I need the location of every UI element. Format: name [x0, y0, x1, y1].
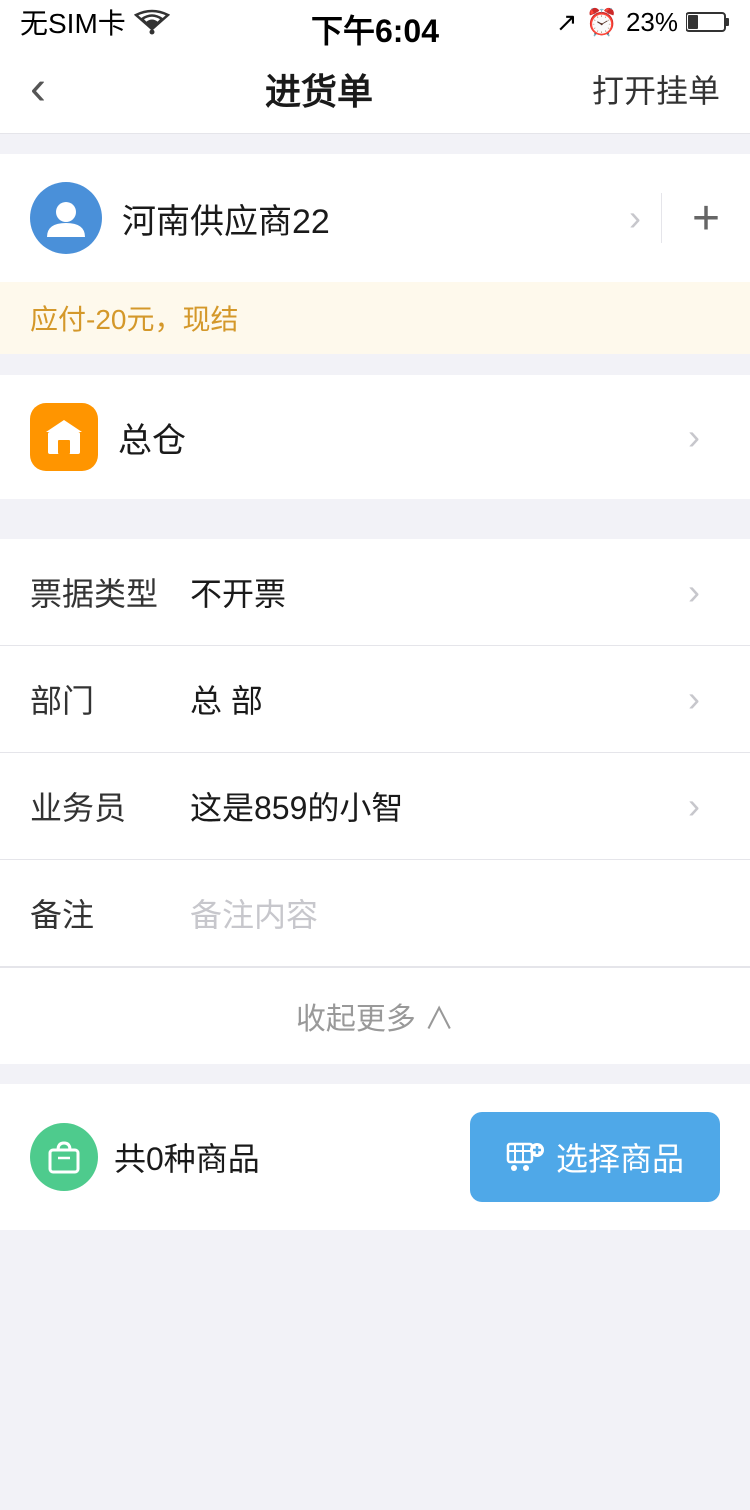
remark-input[interactable]: 备注内容 [190, 890, 720, 936]
warehouse-section: 总仓 › [0, 374, 750, 499]
department-value: 总 部 [190, 676, 688, 722]
status-right: ↗ ⏰ 23% [556, 7, 730, 38]
warehouse-icon-wrap [30, 403, 98, 471]
supplier-chevron-icon: › [629, 197, 641, 239]
department-label: 部门 [30, 676, 170, 722]
back-button[interactable]: ‹ [30, 61, 46, 116]
form-section: 票据类型 不开票 › 部门 总 部 › 业务员 这是859的小智 › 备注 备注… [0, 539, 750, 1064]
alarm-icon: ⏰ [586, 7, 618, 38]
battery-icon [686, 11, 730, 33]
battery-text: 23% [626, 7, 678, 38]
collapse-button[interactable]: 收起更多 ∧ [0, 967, 750, 1064]
add-supplier-button[interactable]: + [692, 191, 720, 246]
salesperson-label: 业务员 [30, 783, 170, 829]
form-row-bill-type[interactable]: 票据类型 不开票 › [0, 539, 750, 646]
salesperson-chevron-icon: › [688, 785, 700, 827]
bill-type-value: 不开票 [190, 569, 688, 615]
warehouse-icon [44, 418, 84, 456]
form-row-remark[interactable]: 备注 备注内容 [0, 860, 750, 967]
bottom-bar: 共0种商品 选择商品 [0, 1084, 750, 1230]
supplier-section: 河南供应商22 › + 应付-20元，现结 [0, 154, 750, 354]
product-icon-wrap [30, 1123, 98, 1191]
select-product-button[interactable]: 选择商品 [470, 1112, 720, 1202]
bill-type-label: 票据类型 [30, 569, 170, 615]
section-gap-3 [0, 499, 750, 519]
form-row-salesperson[interactable]: 业务员 这是859的小智 › [0, 753, 750, 860]
nav-bar: ‹ 进货单 打开挂单 [0, 44, 750, 134]
section-gap-2 [0, 354, 750, 374]
product-count-text: 共0种商品 [114, 1134, 260, 1180]
cart-plus-icon [506, 1140, 544, 1174]
warehouse-name: 总仓 [118, 413, 688, 462]
open-pending-button[interactable]: 打开挂单 [592, 66, 720, 112]
collapse-label: 收起更多 ∧ [296, 1003, 454, 1036]
select-product-label: 选择商品 [556, 1134, 684, 1180]
person-icon [43, 195, 89, 241]
form-row-department[interactable]: 部门 总 部 › [0, 646, 750, 753]
supplier-name: 河南供应商22 [122, 194, 629, 243]
status-carrier: 无SIM卡 [20, 2, 170, 42]
status-time: 下午6:04 [311, 6, 439, 52]
section-gap-1 [0, 134, 750, 154]
shopping-bag-icon [45, 1138, 83, 1176]
product-count-wrap: 共0种商品 [30, 1123, 260, 1191]
warehouse-row[interactable]: 总仓 › [0, 374, 750, 499]
notice-banner: 应付-20元，现结 [0, 282, 750, 354]
carrier-text: 无SIM卡 [20, 2, 126, 42]
salesperson-value: 这是859的小智 [190, 783, 688, 829]
status-bar: 无SIM卡 下午6:04 ↗ ⏰ 23% [0, 0, 750, 44]
page-bg-fill [0, 1230, 750, 1510]
bill-type-chevron-icon: › [688, 571, 700, 613]
supplier-row[interactable]: 河南供应商22 › + [0, 154, 750, 282]
remark-label: 备注 [30, 890, 170, 936]
location-icon: ↗ [556, 7, 578, 38]
notice-text: 应付-20元，现结 [30, 304, 238, 335]
supplier-avatar [30, 182, 102, 254]
divider-vertical [661, 193, 662, 243]
nav-title: 进货单 [265, 63, 373, 115]
department-chevron-icon: › [688, 678, 700, 720]
wifi-icon [134, 9, 170, 35]
warehouse-chevron-icon: › [688, 416, 700, 458]
